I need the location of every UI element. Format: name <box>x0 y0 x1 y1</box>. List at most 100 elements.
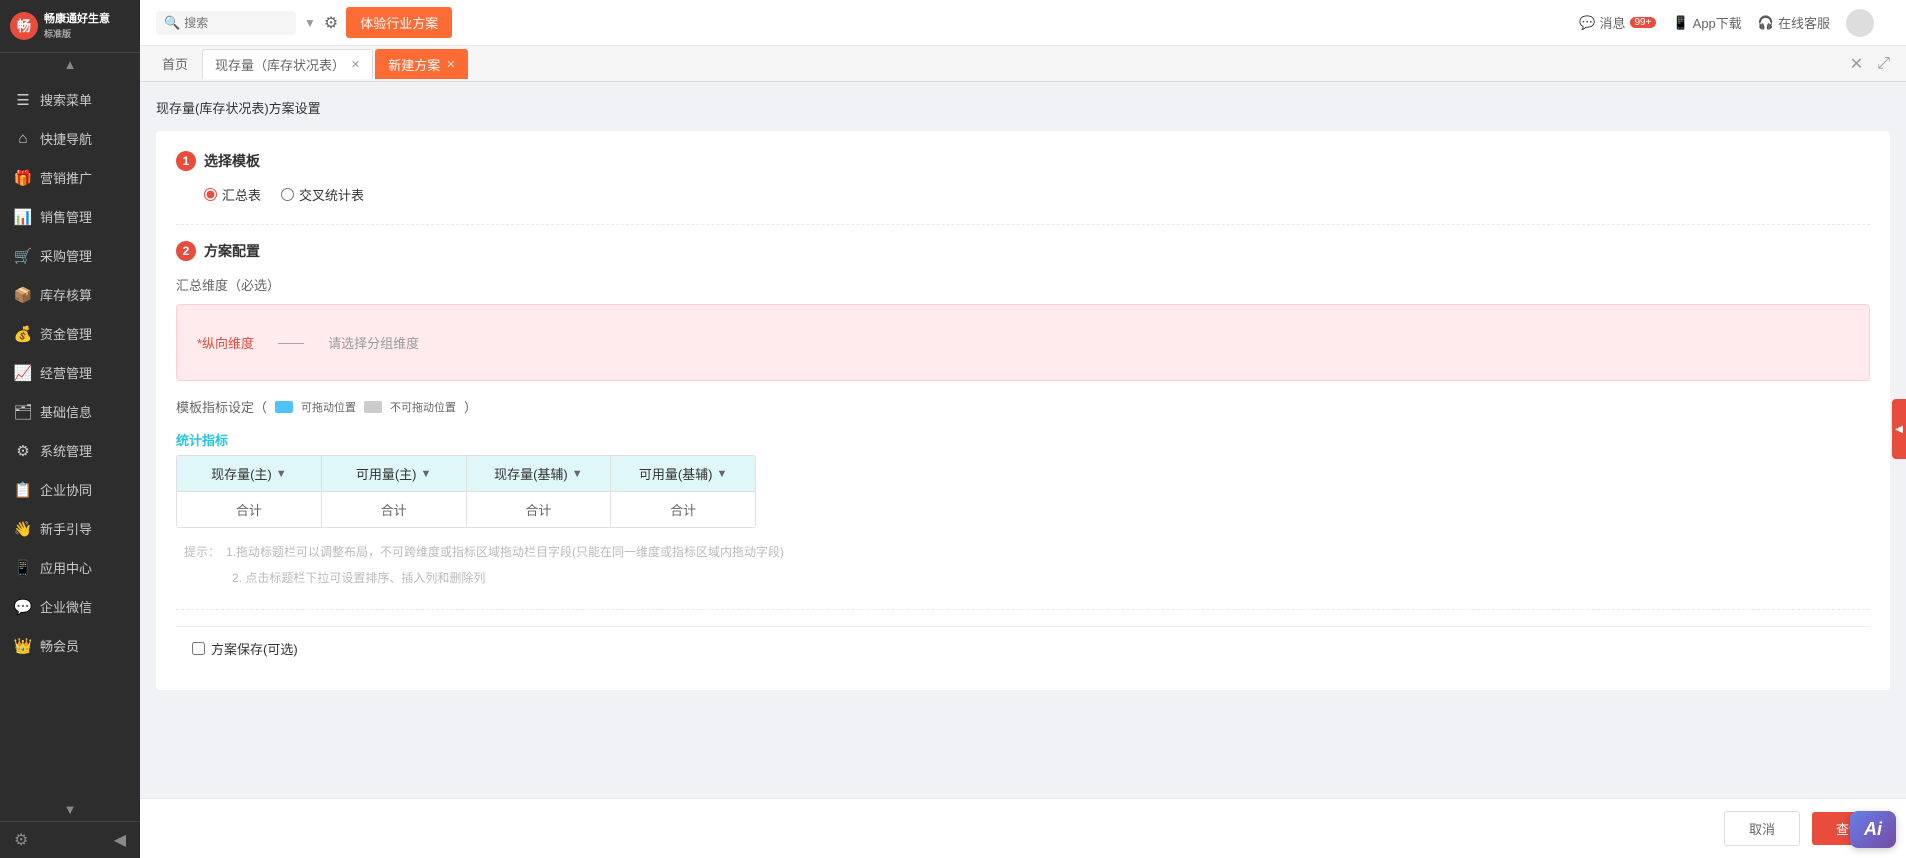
not-draggable-label: 不可拖动位置 <box>390 399 456 415</box>
right-edge-toggle[interactable]: ◀ <box>1892 399 1906 459</box>
messages-item[interactable]: 💬 消息 99+ <box>1579 13 1656 32</box>
sidebar-item-quick-nav[interactable]: ⌂ 快捷导航 <box>0 119 140 158</box>
step-divider-2 <box>176 609 1870 610</box>
stats-col-present-aux[interactable]: 现存量(基辅) ▼ <box>467 456 612 491</box>
sidebar-item-search-menu[interactable]: ☰ 搜索菜单 <box>0 80 140 119</box>
settings-icon[interactable]: ⚙ <box>14 830 28 850</box>
stats-col-present-aux-chevron[interactable]: ▼ <box>572 468 583 480</box>
sidebar-item-label: 新手引导 <box>40 519 92 538</box>
sidebar-item-system[interactable]: ⚙ 系统管理 <box>0 431 140 470</box>
sidebar-item-inventory[interactable]: 📦 库存核算 <box>0 275 140 314</box>
tab-inventory-status-close[interactable]: ✕ <box>351 58 360 71</box>
messages-icon: 💬 <box>1579 15 1595 31</box>
sidebar-item-app-center[interactable]: 📱 应用中心 <box>0 548 140 587</box>
topbar: 🔍 ▼ ⚙ 体验行业方案 💬 消息 99+ 📱 App下载 🎧 在线客服 <box>140 0 1906 46</box>
sidebar-footer: ⚙ ◀ <box>0 821 140 858</box>
sidebar-item-operations[interactable]: 📈 经营管理 <box>0 353 140 392</box>
tab-close-all-icon[interactable]: ✕ <box>1844 52 1869 76</box>
sidebar-item-basic-info[interactable]: 🗂 基础信息 <box>0 392 140 431</box>
operations-icon: 📈 <box>14 364 32 382</box>
radio-summary[interactable]: 汇总表 <box>204 185 261 204</box>
step-divider-1 <box>176 224 1870 225</box>
sidebar-item-marketing[interactable]: 🎁 营销推广 <box>0 158 140 197</box>
online-service-item[interactable]: 🎧 在线客服 <box>1758 13 1830 32</box>
indicator-settings-label: 模板指标设定（ 可拖动位置 不可拖动位置 ） <box>176 397 1870 416</box>
dimension-box: *纵向维度 —— 请选择分组维度 <box>176 304 1870 381</box>
stats-col-present-aux-label: 现存量(基辅) <box>494 464 568 483</box>
sidebar-item-newbie[interactable]: 👋 新手引导 <box>0 509 140 548</box>
sidebar-scroll-up[interactable]: ▲ <box>0 53 140 76</box>
tab-new-scheme-label: 新建方案 <box>388 55 440 74</box>
radio-cross[interactable]: 交叉统计表 <box>281 185 364 204</box>
newbie-icon: 👋 <box>14 520 32 538</box>
indicator-label-prefix: 模板指标设定（ <box>176 397 267 416</box>
stats-col-available-aux-chevron[interactable]: ▼ <box>717 468 728 480</box>
trial-button[interactable]: 体验行业方案 <box>346 7 452 38</box>
app-name: 畅康通好生意 <box>44 12 110 26</box>
user-avatar[interactable] <box>1846 9 1874 37</box>
sidebar-item-label: 基础信息 <box>40 402 92 421</box>
save-checkbox-label[interactable]: 方案保存(可选) <box>192 639 298 658</box>
search-icon: 🔍 <box>164 15 180 31</box>
collapse-icon[interactable]: ◀ <box>114 830 126 850</box>
online-service-icon: 🎧 <box>1758 15 1774 31</box>
tab-inventory-status[interactable]: 现存量（库存状况表） ✕ <box>202 49 373 79</box>
messages-label: 消息 <box>1599 13 1625 32</box>
draggable-badge <box>275 401 293 413</box>
stats-col-available-aux-label: 可用量(基辅) <box>639 464 713 483</box>
right-edge-icon: ◀ <box>1895 424 1903 435</box>
stats-col-available-main[interactable]: 可用量(主) ▼ <box>322 456 467 491</box>
config-panel: 1 选择模板 汇总表 交叉统计表 2 <box>156 131 1890 690</box>
stats-data-available-aux: 合计 <box>611 492 755 527</box>
sidebar: 畅 畅康通好生意 标准版 ▲ ☰ 搜索菜单 ⌂ 快捷导航 🎁 营销推广 📊 销售… <box>0 0 140 858</box>
stats-col-available-main-chevron[interactable]: ▼ <box>421 468 432 480</box>
stats-section: 统计指标 现存量(主) ▼ 可用量(主) ▼ <box>176 430 1870 528</box>
messages-badge: 99+ <box>1630 17 1657 28</box>
topbar-right: 💬 消息 99+ 📱 App下载 🎧 在线客服 <box>1579 9 1890 37</box>
sidebar-item-member[interactable]: 👑 畅会员 <box>0 626 140 665</box>
save-section: 方案保存(可选) <box>176 626 1870 670</box>
search-box[interactable]: 🔍 <box>156 11 296 35</box>
sidebar-item-enterprise[interactable]: 📋 企业协同 <box>0 470 140 509</box>
search-input[interactable] <box>184 16 284 30</box>
step1-header: 1 选择模板 <box>176 151 1870 171</box>
radio-cross-input[interactable] <box>281 188 294 201</box>
step2-title: 方案配置 <box>204 241 260 261</box>
app-edition: 标准版 <box>44 27 110 40</box>
sidebar-item-purchase[interactable]: 🛒 采购管理 <box>0 236 140 275</box>
enterprise-icon: 📋 <box>14 481 32 499</box>
tab-new-scheme[interactable]: 新建方案 ✕ <box>375 49 468 79</box>
stats-col-present-main-chevron[interactable]: ▼ <box>276 468 287 480</box>
topbar-dropdown-icon[interactable]: ▼ <box>304 16 316 30</box>
radio-summary-input[interactable] <box>204 188 217 201</box>
tab-expand-icon[interactable]: ⤢ <box>1871 53 1896 75</box>
sidebar-item-label: 资金管理 <box>40 324 92 343</box>
app-center-icon: 📱 <box>14 559 32 577</box>
dimension-section-label: 汇总维度（必选） <box>176 275 1870 294</box>
step1-badge: 1 <box>176 151 196 171</box>
stats-col-present-main[interactable]: 现存量(主) ▼ <box>177 456 322 491</box>
sidebar-item-label: 经营管理 <box>40 363 92 382</box>
tab-new-scheme-close[interactable]: ✕ <box>446 58 455 71</box>
system-icon: ⚙ <box>14 442 32 460</box>
sidebar-item-finance[interactable]: 💰 资金管理 <box>0 314 140 353</box>
member-icon: 👑 <box>14 637 32 655</box>
stats-col-available-aux[interactable]: 可用量(基辅) ▼ <box>611 456 755 491</box>
dimension-placeholder: 请选择分组维度 <box>328 333 419 352</box>
sidebar-item-sales[interactable]: 📊 销售管理 <box>0 197 140 236</box>
stats-section-title: 统计指标 <box>176 430 1870 449</box>
stats-col-available-main-label: 可用量(主) <box>356 464 417 483</box>
sidebar-item-wechat[interactable]: 💬 企业微信 <box>0 587 140 626</box>
sidebar-scroll-down[interactable]: ▼ <box>0 798 140 821</box>
page-header: 现存量(库存状况表)方案设置 <box>156 98 1890 117</box>
topbar-settings-icon[interactable]: ⚙ <box>324 13 338 33</box>
ai-badge[interactable]: Ai <box>1850 811 1896 848</box>
sidebar-nav: ☰ 搜索菜单 ⌂ 快捷导航 🎁 营销推广 📊 销售管理 🛒 采购管理 📦 库存核… <box>0 76 140 798</box>
app-download-item[interactable]: 📱 App下载 <box>1672 13 1741 32</box>
purchase-icon: 🛒 <box>14 247 32 265</box>
cancel-button[interactable]: 取消 <box>1724 811 1800 846</box>
stats-data-present-aux: 合计 <box>467 492 612 527</box>
tab-home[interactable]: 首页 <box>150 49 200 79</box>
search-menu-icon: ☰ <box>14 91 32 109</box>
save-checkbox-input[interactable] <box>192 642 205 655</box>
